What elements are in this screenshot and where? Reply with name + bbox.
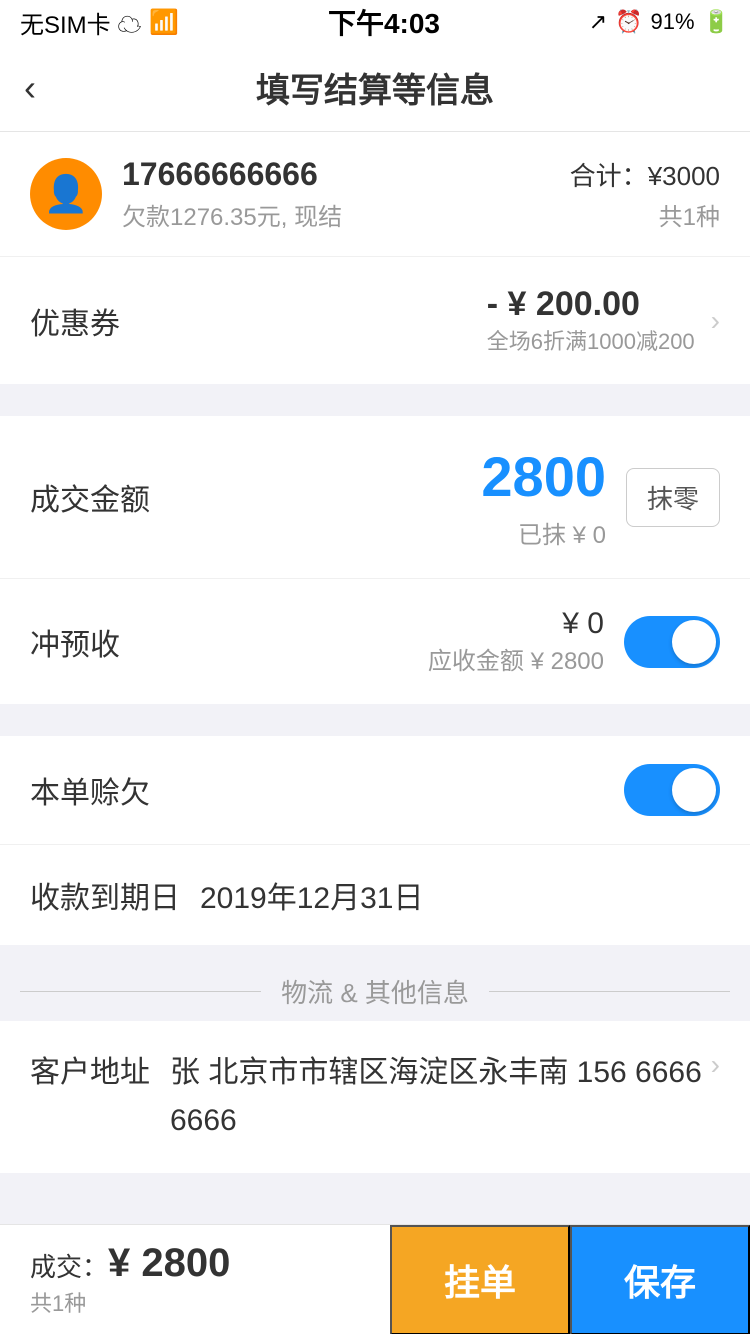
battery-label: 91% <box>651 9 695 35</box>
precollect-toggle[interactable] <box>624 616 720 668</box>
amount-row: 成交金额 2800 已抹 ¥ 0 抹零 <box>30 444 720 550</box>
chevron-right-icon: › <box>711 305 720 337</box>
coupon-right: - ¥ 200.00 全场6折满1000减200 › <box>487 285 720 356</box>
transaction-amount: 2800 已抹 ¥ 0 <box>481 444 606 550</box>
precollect-right: ¥ 0 应收金额 ¥ 2800 <box>428 607 720 676</box>
avatar-icon: 👤 <box>44 173 89 215</box>
battery-icon: 🔋 <box>703 9 730 35</box>
logistics-text: 物流 & 其他信息 <box>281 973 469 1010</box>
total-value: ¥3000 <box>648 161 720 191</box>
transaction-label: 成交金额 <box>30 475 150 519</box>
customer-phone: 17666666666 <box>122 156 342 193</box>
precollect-main: ¥ 0 <box>428 607 604 641</box>
status-left: 无SIM卡 ☁ 📶 <box>20 5 179 40</box>
customer-right: 合计：¥3000 共1种 <box>570 156 720 232</box>
bottom-deal-label: 成交：¥ 2800 <box>30 1241 360 1286</box>
round-button[interactable]: 抹零 <box>626 468 720 527</box>
address-label: 客户地址 <box>30 1049 150 1097</box>
status-bar: 无SIM卡 ☁ 📶 下午4:03 ↗ ⏰ 91% 🔋 <box>0 0 750 44</box>
customer-left: 👤 17666666666 欠款1276.35元, 现结 <box>30 156 342 232</box>
precollect-sub: 应收金额 ¥ 2800 <box>428 641 604 676</box>
total-count: 共1种 <box>570 197 720 232</box>
address-row[interactable]: 客户地址 张 北京市市辖区海淀区永丰南 156 6666 6666 › <box>30 1049 720 1145</box>
duedate-label: 收款到期日 <box>30 873 180 917</box>
customer-info: 17666666666 欠款1276.35元, 现结 <box>122 156 342 232</box>
debt-label: 本单赊欠 <box>30 768 150 812</box>
coupon-sub: 全场6折满1000减200 <box>487 324 695 356</box>
precollect-values: ¥ 0 应收金额 ¥ 2800 <box>428 607 604 676</box>
address-area: 客户地址 张 北京市市辖区海淀区永丰南 156 6666 6666 › <box>0 1021 750 1173</box>
coupon-label: 优惠券 <box>30 299 120 343</box>
debt-toggle-knob <box>672 768 716 812</box>
logistics-divider: 物流 & 其他信息 <box>0 961 750 1021</box>
sim-label: 无SIM卡 ☁ <box>20 5 141 40</box>
page-title: 填写结算等信息 <box>256 63 494 112</box>
duedate-value: 2019年12月31日 <box>200 873 423 917</box>
location-icon: ↗ <box>589 9 607 35</box>
customer-row: 👤 17666666666 欠款1276.35元, 现结 合计：¥3000 共1… <box>0 132 750 256</box>
precollect-section: 冲预收 ¥ 0 应收金额 ¥ 2800 <box>0 578 750 704</box>
bottom-bar: 成交：¥ 2800 共1种 挂单 保存 <box>0 1224 750 1334</box>
bottom-summary: 成交：¥ 2800 共1种 <box>0 1241 390 1318</box>
separator-2 <box>0 720 750 736</box>
total-label: 合计：¥3000 <box>570 156 720 193</box>
duedate-row: 收款到期日 2019年12月31日 <box>30 873 720 917</box>
toggle-knob <box>672 620 716 664</box>
address-value: 张 北京市市辖区海淀区永丰南 156 6666 6666 <box>170 1049 711 1145</box>
bottom-count: 共1种 <box>30 1286 360 1318</box>
transaction-sub: 已抹 ¥ 0 <box>481 515 606 550</box>
customer-sub: 欠款1276.35元, 现结 <box>122 197 342 232</box>
precollect-label: 冲预收 <box>30 620 120 664</box>
bottom-amount: ¥ 2800 <box>108 1241 230 1285</box>
coupon-value: - ¥ 200.00 <box>487 285 695 324</box>
hold-button[interactable]: 挂单 <box>390 1225 570 1334</box>
avatar: 👤 <box>30 158 102 230</box>
wifi-icon: 📶 <box>149 8 179 37</box>
address-section: 客户地址 张 北京市市辖区海淀区永丰南 156 6666 6666 › <box>0 1021 750 1173</box>
transaction-section: 成交金额 2800 已抹 ¥ 0 抹零 冲预收 ¥ 0 应收金额 ¥ 2800 <box>0 416 750 704</box>
separator-1 <box>0 400 750 416</box>
back-button[interactable]: ‹ <box>24 67 36 109</box>
debt-section: 本单赊欠 收款到期日 2019年12月31日 <box>0 736 750 945</box>
save-button[interactable]: 保存 <box>570 1225 750 1334</box>
amount-right: 2800 已抹 ¥ 0 抹零 <box>481 444 720 550</box>
debt-row: 本单赊欠 <box>30 764 720 816</box>
duedate-section: 收款到期日 2019年12月31日 <box>0 844 750 945</box>
status-right: ↗ ⏰ 91% 🔋 <box>589 9 730 35</box>
nav-bar: ‹ 填写结算等信息 <box>0 44 750 132</box>
customer-section: 👤 17666666666 欠款1276.35元, 现结 合计：¥3000 共1… <box>0 132 750 384</box>
debt-area: 本单赊欠 <box>0 736 750 844</box>
alarm-icon: ⏰ <box>615 9 642 35</box>
debt-toggle[interactable] <box>624 764 720 816</box>
amount-area: 成交金额 2800 已抹 ¥ 0 抹零 <box>0 416 750 578</box>
precollect-row: 冲预收 ¥ 0 应收金额 ¥ 2800 <box>30 607 720 676</box>
coupon-row[interactable]: 优惠券 - ¥ 200.00 全场6折满1000减200 › <box>0 256 750 384</box>
address-chevron-icon: › <box>711 1049 720 1081</box>
status-time: 下午4:03 <box>328 2 440 42</box>
